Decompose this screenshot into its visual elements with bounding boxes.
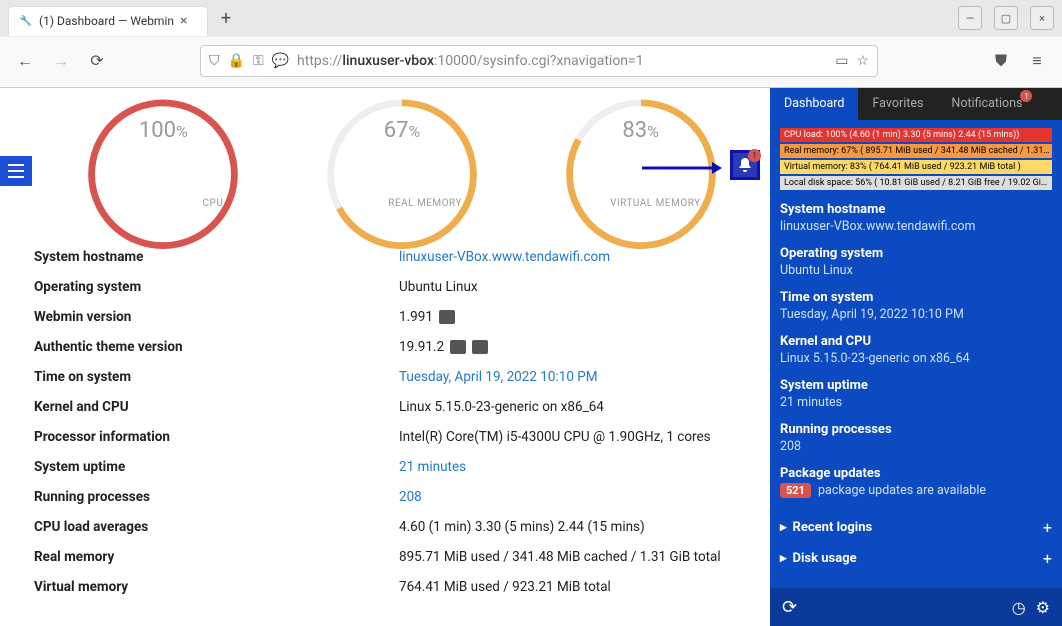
lock-icon: 🔒	[228, 53, 245, 69]
sidebar: Dashboard Favorites Notifications 1 CPU …	[770, 88, 1062, 626]
side-running-t: Running processes	[780, 422, 1052, 437]
dashboard-icon[interactable]: ◷	[1012, 598, 1026, 617]
maximize-button[interactable]: ▢	[994, 6, 1018, 30]
label-uptime: System uptime	[34, 459, 399, 475]
notif-count-badge: 1	[1020, 90, 1032, 102]
hamburger-icon	[8, 164, 24, 178]
browser-tab[interactable]: 🔧 (1) Dashboard — Webmin ×	[8, 6, 208, 36]
side-hostname-t: System hostname	[780, 202, 1052, 217]
forward-button[interactable]: →	[48, 48, 74, 74]
sidebar-tabs: Dashboard Favorites Notifications 1	[770, 88, 1062, 120]
palette-icon[interactable]	[472, 340, 488, 354]
label-hostname: System hostname	[34, 249, 399, 265]
label-theme: Authentic theme version	[34, 339, 399, 355]
tab-favorites[interactable]: Favorites	[858, 88, 937, 120]
download-icon[interactable]	[439, 310, 455, 324]
tab-dashboard[interactable]: Dashboard	[770, 88, 858, 120]
side-uptime: 21 minutes	[780, 395, 1052, 410]
value-time[interactable]: Tuesday, April 19, 2022 10:10 PM	[399, 369, 598, 385]
tab-notifications[interactable]: Notifications 1	[937, 88, 1036, 120]
value-theme: 19.91.2	[399, 339, 488, 355]
refresh-icon[interactable]: ⟳	[782, 597, 797, 618]
sidebar-body: CPU load: 100% (4.60 (1 min) 3.30 (5 min…	[770, 120, 1062, 588]
info-icon[interactable]	[450, 340, 466, 354]
side-pkg: 521 package updates are available	[780, 483, 1052, 498]
bar-cpu: CPU load: 100% (4.60 (1 min) 3.30 (5 min…	[780, 128, 1052, 142]
value-webmin: 1.991	[399, 309, 455, 325]
settings-icon[interactable]: ⚙	[1036, 598, 1050, 617]
reload-button[interactable]: ⟳	[84, 48, 110, 74]
collapse-recent-logins[interactable]: ▸Recent logins+	[780, 512, 1052, 543]
label-webmin: Webmin version	[34, 309, 399, 325]
minimize-button[interactable]: —	[958, 6, 982, 30]
side-hostname: linuxuser-VBox.www.tendawifi.com	[780, 219, 1052, 234]
tab-close-icon[interactable]: ×	[180, 13, 187, 29]
nav-bar: ← → ⟳ ⛉ 🔒 ⚿ 💬 https://linuxuser-vbox:100…	[0, 36, 1062, 84]
bell-badge: 1	[748, 149, 761, 162]
side-os-t: Operating system	[780, 246, 1052, 261]
label-virtmem: Virtual memory	[34, 579, 399, 595]
value-virtmem: 764.41 MiB used / 923.21 MiB total	[399, 579, 611, 595]
bar-virt: Virtual memory: 83% ( 764.41 MiB used / …	[780, 160, 1052, 174]
app: 1 100% CPU 67% REAL MEMORY 83% VIRTUAL M…	[0, 88, 1062, 626]
collapse-disk-usage[interactable]: ▸Disk usage+	[780, 543, 1052, 574]
url-text: https://linuxuser-vbox:10000/sysinfo.cgi…	[297, 53, 644, 69]
tab-title: (1) Dashboard — Webmin	[39, 14, 174, 28]
side-kernel: Linux 5.15.0-23-generic on x86_64	[780, 351, 1052, 366]
label-realmem: Real memory	[34, 549, 399, 565]
side-os: Ubuntu Linux	[780, 263, 1052, 278]
bar-real: Real memory: 67% ( 895.71 MiB used / 341…	[780, 144, 1052, 158]
shield-icon: ⛉	[209, 53, 220, 69]
tab-bar: 🔧 (1) Dashboard — Webmin × + — ▢ ×	[0, 0, 1062, 36]
reader-icon[interactable]: ▭	[835, 53, 848, 69]
side-uptime-t: System uptime	[780, 378, 1052, 393]
side-pkg-t: Package updates	[780, 466, 1052, 481]
label-proc: Processor information	[34, 429, 399, 445]
bookmark-icon[interactable]: ☆	[856, 53, 869, 69]
value-hostname[interactable]: linuxuser-VBox.www.tendawifi.com	[399, 249, 610, 265]
window-controls: — ▢ ×	[958, 6, 1054, 30]
side-time-t: Time on system	[780, 290, 1052, 305]
url-bar[interactable]: ⛉ 🔒 ⚿ 💬 https://linuxuser-vbox:10000/sys…	[200, 45, 878, 77]
favicon-icon: 🔧	[19, 14, 33, 28]
sidebar-footer: ⟳ ◷ ⚙	[770, 588, 1062, 626]
value-realmem: 895.71 MiB used / 341.48 MiB cached / 1.…	[399, 549, 721, 565]
gauge-cpu: 100% CPU	[63, 88, 263, 222]
back-button[interactable]: ←	[12, 48, 38, 74]
pkg-badge: 521	[780, 483, 811, 498]
notification-bell[interactable]: 1	[730, 150, 760, 180]
pocket-icon[interactable]: ⛊	[988, 48, 1014, 74]
new-tab-button[interactable]: +	[212, 4, 240, 32]
chat-icon: 💬	[272, 53, 289, 69]
value-uptime[interactable]: 21 minutes	[399, 459, 466, 475]
browser-chrome: 🔧 (1) Dashboard — Webmin × + — ▢ × ← → ⟳…	[0, 0, 1062, 88]
menu-icon[interactable]: ≡	[1024, 48, 1050, 74]
label-os: Operating system	[34, 279, 399, 295]
value-proc: Intel(R) Core(TM) i5-4300U CPU @ 1.90GHz…	[399, 429, 711, 445]
system-info-table: System hostnamelinuxuser-VBox.www.tendaw…	[34, 242, 770, 602]
value-running[interactable]: 208	[399, 489, 422, 505]
side-kernel-t: Kernel and CPU	[780, 334, 1052, 349]
label-time: Time on system	[34, 369, 399, 385]
key-icon: ⚿	[253, 53, 264, 69]
value-os: Ubuntu Linux	[399, 279, 478, 295]
label-kernel: Kernel and CPU	[34, 399, 399, 415]
value-kernel: Linux 5.15.0-23-generic on x86_64	[399, 399, 604, 415]
side-time: Tuesday, April 19, 2022 10:10 PM	[780, 307, 1052, 322]
label-cpuload: CPU load averages	[34, 519, 399, 535]
close-button[interactable]: ×	[1030, 6, 1054, 30]
label-running: Running processes	[34, 489, 399, 505]
pointer-arrow	[642, 162, 722, 178]
gauge-real-memory: 67% REAL MEMORY	[302, 88, 502, 222]
side-running: 208	[780, 439, 1052, 454]
bar-disk: Local disk space: 56% ( 10.81 GiB used /…	[780, 176, 1052, 190]
value-cpuload: 4.60 (1 min) 3.30 (5 mins) 2.44 (15 mins…	[399, 519, 645, 535]
hamburger-button[interactable]	[0, 156, 32, 186]
gauge-virtual-memory: 83% VIRTUAL MEMORY	[541, 88, 741, 222]
